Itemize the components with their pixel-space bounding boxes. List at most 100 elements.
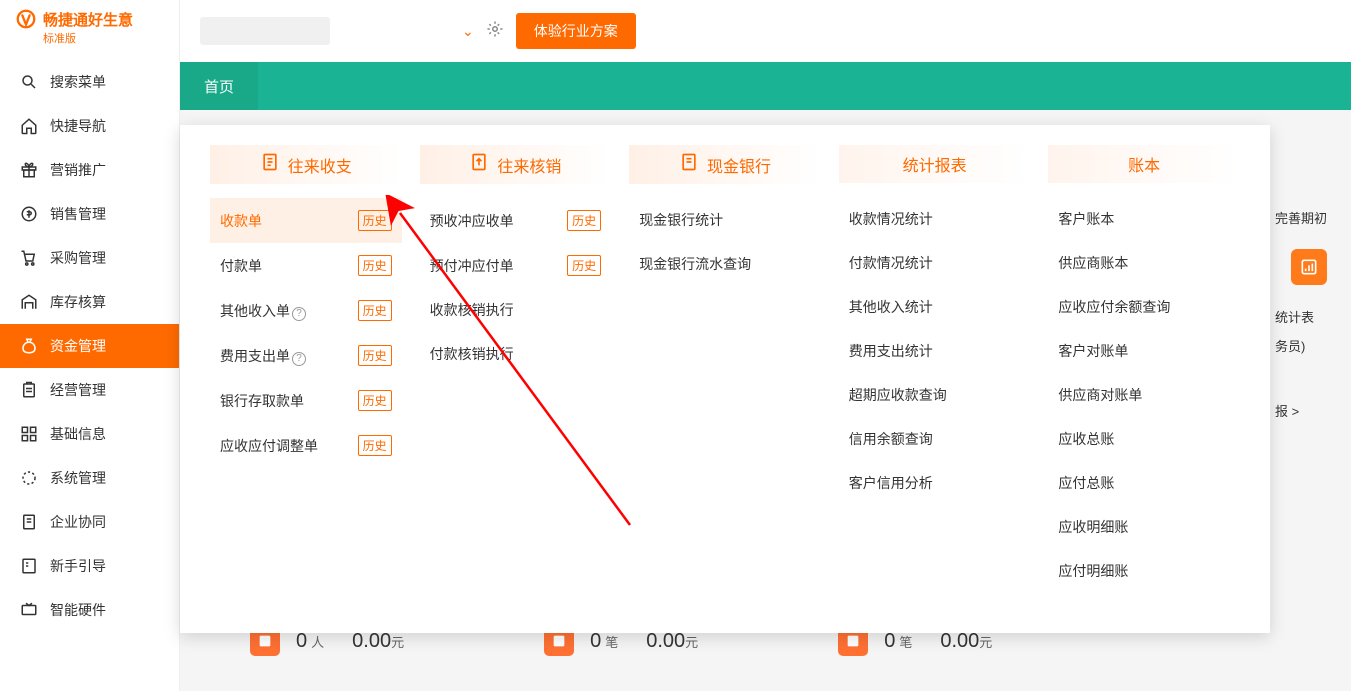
mega-col-ledger: 账本 客户账本 供应商账本 应收应付余额查询 客户对账单 供应商对账单 应收总账… xyxy=(1048,145,1240,593)
mega-col-writeoff: 往来核销 预收冲应收单历史 预付冲应付单历史 收款核销执行 付款核销执行 xyxy=(420,145,612,593)
stat3-amount-unit: 元 xyxy=(979,635,992,650)
home-icon xyxy=(20,117,38,135)
mega-item-other-income[interactable]: 其他收入单? 历史 xyxy=(210,288,402,333)
mega-head-label: 统计报表 xyxy=(903,152,967,176)
sidebar-item-label: 经营管理 xyxy=(50,380,106,400)
gear-icon[interactable] xyxy=(486,20,504,43)
mega-item-credit-analysis[interactable]: 客户信用分析 xyxy=(839,461,1031,505)
tv-icon xyxy=(20,601,38,619)
mega-item-label: 银行存取款单 xyxy=(220,391,304,411)
sidebar-item-system[interactable]: 系统管理 xyxy=(0,456,179,500)
brand-logo-icon xyxy=(15,8,37,30)
help-icon[interactable]: ? xyxy=(292,307,306,321)
mega-item-payment-stats[interactable]: 付款情况统计 xyxy=(839,241,1031,285)
history-tag[interactable]: 历史 xyxy=(358,435,392,456)
history-tag[interactable]: 历史 xyxy=(567,255,601,276)
history-tag[interactable]: 历史 xyxy=(358,390,392,411)
clipboard-icon xyxy=(20,381,38,399)
mega-item-other-income-stats[interactable]: 其他收入统计 xyxy=(839,285,1031,329)
stat2-unit: 笔 xyxy=(605,632,618,651)
right-text-4[interactable]: 报 > xyxy=(1271,393,1351,428)
history-tag[interactable]: 历史 xyxy=(358,345,392,366)
sidebar-item-purchase[interactable]: 采购管理 xyxy=(0,236,179,280)
mega-item-customer-statement[interactable]: 客户对账单 xyxy=(1048,329,1240,373)
sidebar-item-label: 库存核算 xyxy=(50,292,106,312)
mega-item-ap-general[interactable]: 应付总账 xyxy=(1048,461,1240,505)
mega-item-cash-flow[interactable]: 现金银行流水查询 xyxy=(629,242,821,286)
mega-item-label: 现金银行流水查询 xyxy=(639,254,751,274)
mega-item-label: 超期应收款查询 xyxy=(849,385,947,405)
mega-item-label: 信用余额查询 xyxy=(849,429,933,449)
history-tag[interactable]: 历史 xyxy=(358,255,392,276)
tab-home[interactable]: 首页 xyxy=(180,62,258,110)
mega-item-supplier-statement[interactable]: 供应商对账单 xyxy=(1048,373,1240,417)
mega-item-label: 付款单 xyxy=(220,256,262,276)
stat1-amount-unit: 元 xyxy=(391,635,404,650)
mega-item-supplier-ledger[interactable]: 供应商账本 xyxy=(1048,241,1240,285)
sidebar-item-guide[interactable]: 新手引导 xyxy=(0,544,179,588)
mega-item-overdue-ar[interactable]: 超期应收款查询 xyxy=(839,373,1031,417)
mega-item-receipt[interactable]: 收款单 历史 xyxy=(210,198,402,243)
sidebar-item-search[interactable]: 搜索菜单 xyxy=(0,60,179,104)
mega-item-ar-detail[interactable]: 应收明细账 xyxy=(1048,505,1240,549)
chevron-down-icon[interactable]: ⌄ xyxy=(462,23,474,40)
mega-item-label: 其他收入单 xyxy=(220,303,290,319)
mega-item-ap-detail[interactable]: 应付明细账 xyxy=(1048,549,1240,593)
history-tag[interactable]: 历史 xyxy=(358,300,392,321)
stats-icon[interactable] xyxy=(1291,249,1327,285)
mega-item-label: 收款核销执行 xyxy=(430,300,514,320)
mega-item-prepay-ar[interactable]: 预收冲应收单 历史 xyxy=(420,198,612,243)
sidebar-item-quicknav[interactable]: 快捷导航 xyxy=(0,104,179,148)
mega-item-ar-general[interactable]: 应收总账 xyxy=(1048,417,1240,461)
sidebar-item-marketing[interactable]: 营销推广 xyxy=(0,148,179,192)
mega-item-bank-deposit[interactable]: 银行存取款单 历史 xyxy=(210,378,402,423)
sidebar-item-label: 营销推广 xyxy=(50,160,106,180)
mega-head-1: 往来核销 xyxy=(420,145,612,184)
mega-item-label: 客户账本 xyxy=(1058,209,1114,229)
history-tag[interactable]: 历史 xyxy=(358,210,392,231)
history-tag[interactable]: 历史 xyxy=(567,210,601,231)
sidebar-item-label: 采购管理 xyxy=(50,248,106,268)
mega-item-label: 费用支出单 xyxy=(220,348,290,364)
mega-head-label: 现金银行 xyxy=(707,153,771,177)
mega-item-cash-stats[interactable]: 现金银行统计 xyxy=(629,198,821,242)
logo-area: 畅捷通好生意 标准版 xyxy=(0,0,179,50)
mega-item-credit-balance[interactable]: 信用余额查询 xyxy=(839,417,1031,461)
grid-icon xyxy=(20,425,38,443)
mega-item-label: 收款单 xyxy=(220,211,262,231)
mega-item-payment[interactable]: 付款单 历史 xyxy=(210,243,402,288)
mega-item-label: 付款核销执行 xyxy=(430,344,514,364)
mega-item-arap-balance[interactable]: 应收应付余额查询 xyxy=(1048,285,1240,329)
mega-item-label: 预付冲应付单 xyxy=(430,256,514,276)
mega-col-income-expense: 往来收支 收款单历史 付款单历史 其他收入单?历史 费用支出单?历史 银行存取款… xyxy=(210,145,402,593)
doc-icon xyxy=(260,152,280,177)
sidebar-item-inventory[interactable]: 库存核算 xyxy=(0,280,179,324)
org-selector-placeholder[interactable] xyxy=(200,17,330,45)
sidebar-item-basicinfo[interactable]: 基础信息 xyxy=(0,412,179,456)
sidebar-item-funds[interactable]: 资金管理 xyxy=(0,324,179,368)
gift-icon xyxy=(20,161,38,179)
sidebar-item-sales[interactable]: 销售管理 xyxy=(0,192,179,236)
mega-item-receipt-stats[interactable]: 收款情况统计 xyxy=(839,197,1031,241)
mega-item-expense[interactable]: 费用支出单? 历史 xyxy=(210,333,402,378)
mega-head-0: 往来收支 xyxy=(210,145,402,184)
search-icon xyxy=(20,73,38,91)
sidebar-item-label: 搜索菜单 xyxy=(50,72,106,92)
mega-head-2: 现金银行 xyxy=(629,145,821,184)
right-text-1: 完善期初 xyxy=(1271,200,1351,235)
mega-item-label: 预收冲应收单 xyxy=(430,211,514,231)
mega-item-customer-ledger[interactable]: 客户账本 xyxy=(1048,197,1240,241)
mega-item-label: 付款情况统计 xyxy=(849,253,933,273)
mega-item-receipt-exec[interactable]: 收款核销执行 xyxy=(420,288,612,332)
mega-item-expense-stats[interactable]: 费用支出统计 xyxy=(839,329,1031,373)
sidebar-item-operation[interactable]: 经营管理 xyxy=(0,368,179,412)
mega-item-prepay-ap[interactable]: 预付冲应付单 历史 xyxy=(420,243,612,288)
sidebar-item-collab[interactable]: 企业协同 xyxy=(0,500,179,544)
cta-button[interactable]: 体验行业方案 xyxy=(516,13,636,49)
mega-item-ar-ap-adjust[interactable]: 应收应付调整单历史 xyxy=(210,423,402,468)
help-icon[interactable]: ? xyxy=(292,352,306,366)
header: ⌄ 体验行业方案 xyxy=(180,0,1351,62)
document-icon xyxy=(20,513,38,531)
mega-item-payment-exec[interactable]: 付款核销执行 xyxy=(420,332,612,376)
sidebar-item-hardware[interactable]: 智能硬件 xyxy=(0,588,179,632)
